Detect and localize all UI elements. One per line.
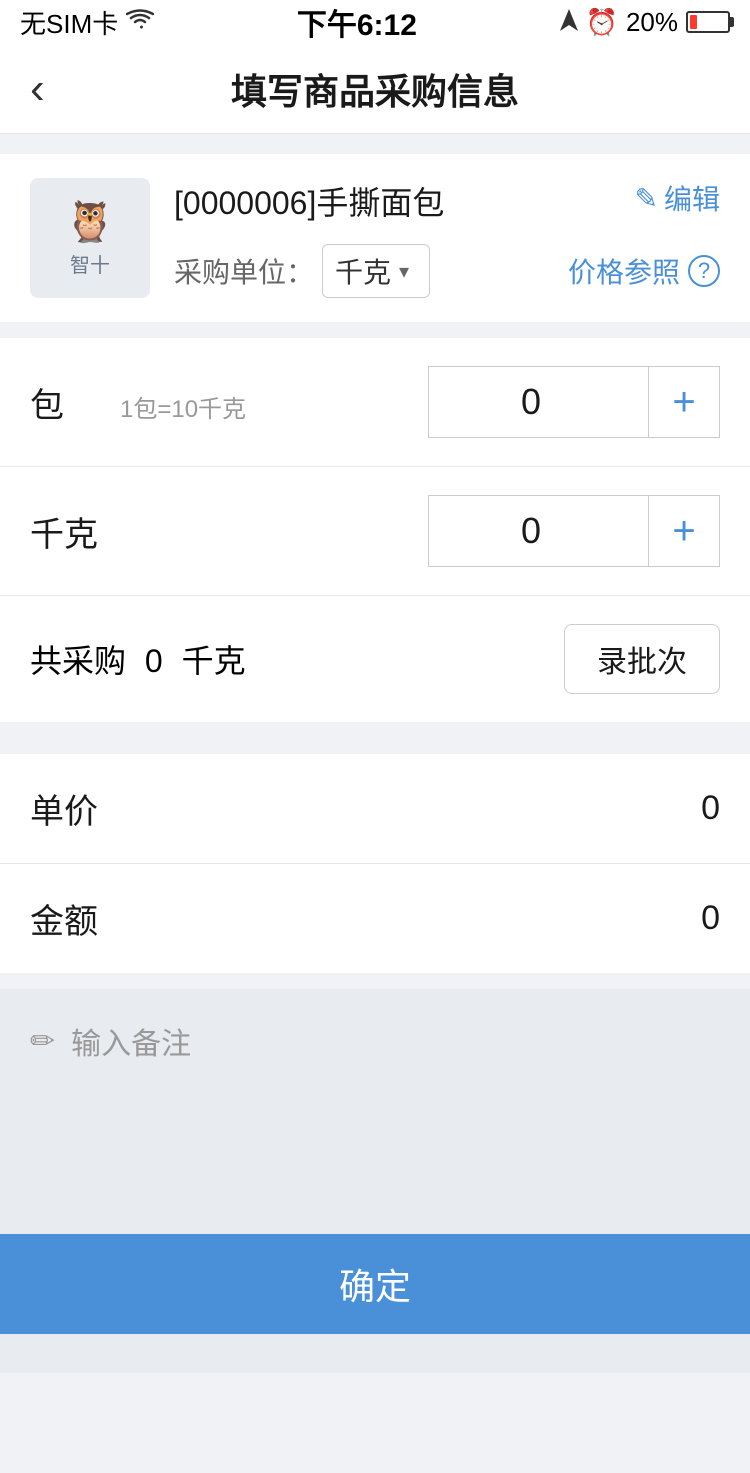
- unit-price-value: 0: [701, 789, 720, 828]
- kg-plus-button[interactable]: +: [648, 495, 720, 567]
- wifi-icon: [126, 7, 154, 38]
- kg-label-wrap: 千克: [30, 507, 110, 556]
- kg-quantity-input[interactable]: [428, 495, 648, 567]
- battery-fill: [690, 15, 697, 29]
- unit-dropdown-icon: ▾: [399, 259, 409, 284]
- amount-value: 0: [701, 899, 720, 938]
- price-ref-info-icon: ?: [688, 255, 720, 287]
- page-title: 填写商品采购信息: [231, 63, 519, 115]
- back-button[interactable]: ‹: [30, 64, 45, 114]
- bag-sublabel: 1包=10千克: [120, 389, 246, 424]
- status-bar-left: 无SIM卡: [20, 4, 154, 41]
- pencil-icon: ✏: [30, 1024, 55, 1059]
- unit-price-label: 单价: [30, 784, 98, 833]
- product-card: 🦉 智十 [0000006]手撕面包 ✎ 编辑 采购单位： 千克 ▾: [0, 154, 750, 322]
- kg-input-row: 千克 +: [0, 467, 750, 596]
- input-section: 包 1包=10千克 + 千克 +: [0, 338, 750, 596]
- location-icon: [560, 7, 578, 38]
- confirm-button[interactable]: 确定: [0, 1234, 750, 1334]
- edit-label: 编辑: [664, 178, 720, 218]
- edit-icon: ✎: [635, 182, 658, 215]
- product-image: 🦉 智十: [30, 178, 150, 298]
- status-bar-right: ⏰ 20%: [560, 7, 730, 38]
- alarm-icon: ⏰: [586, 7, 618, 38]
- bag-input-row: 包 1包=10千克 +: [0, 338, 750, 467]
- owl-icon: 🦉: [65, 198, 115, 245]
- batch-button[interactable]: 录批次: [564, 624, 720, 694]
- summary-row: 共采购 0 千克 录批次: [0, 596, 750, 722]
- nav-bar: ‹ 填写商品采购信息: [0, 44, 750, 134]
- status-bar-time: 下午6:12: [297, 0, 417, 44]
- bag-label-wrap: 包 1包=10千克: [30, 378, 246, 427]
- price-ref-label: 价格参照: [568, 251, 680, 291]
- edit-button[interactable]: ✎ 编辑: [635, 178, 720, 218]
- bag-input-right: +: [428, 366, 720, 438]
- summary-unit: 千克: [182, 643, 246, 679]
- amount-row: 金额 0: [0, 864, 750, 973]
- amount-label: 金额: [30, 894, 98, 943]
- unit-price-row: 单价 0: [0, 754, 750, 864]
- battery-icon: [686, 11, 730, 33]
- carrier-text: 无SIM卡: [20, 4, 118, 41]
- section-divider-1: [0, 322, 750, 338]
- price-ref-button[interactable]: 价格参照 ?: [568, 251, 720, 291]
- note-section[interactable]: ✏ 输入备注: [0, 989, 750, 1093]
- unit-value: 千克: [335, 251, 391, 291]
- unit-row: 采购单位： 千克 ▾ 价格参照 ?: [174, 244, 720, 298]
- price-info-section: 单价 0 金额 0: [0, 754, 750, 973]
- unit-label: 采购单位：: [174, 251, 314, 291]
- bag-plus-button[interactable]: +: [648, 366, 720, 438]
- kg-input-right: +: [428, 495, 720, 567]
- unit-select[interactable]: 千克 ▾: [322, 244, 430, 298]
- kg-label: 千克: [30, 507, 110, 556]
- status-bar: 无SIM卡 下午6:12 ⏰ 20%: [0, 0, 750, 44]
- note-placeholder: 输入备注: [71, 1019, 191, 1063]
- confirm-label: 确定: [339, 1258, 411, 1310]
- summary-prefix: 共采购: [30, 643, 126, 679]
- bag-quantity-input[interactable]: [428, 366, 648, 438]
- product-name: [0000006]手撕面包: [174, 178, 619, 224]
- brand-label: 智十: [70, 249, 110, 278]
- product-image-inner: 🦉 智十: [65, 198, 115, 278]
- summary-amount: 0: [145, 643, 163, 679]
- product-info: [0000006]手撕面包 ✎ 编辑 采购单位： 千克 ▾ 价格参照 ?: [174, 178, 720, 298]
- battery-percent: 20%: [626, 7, 678, 38]
- summary-text: 共采购 0 千克: [30, 636, 246, 682]
- product-header: [0000006]手撕面包 ✎ 编辑: [174, 178, 720, 224]
- bag-label: 包: [30, 378, 110, 427]
- section-divider-2: [0, 722, 750, 738]
